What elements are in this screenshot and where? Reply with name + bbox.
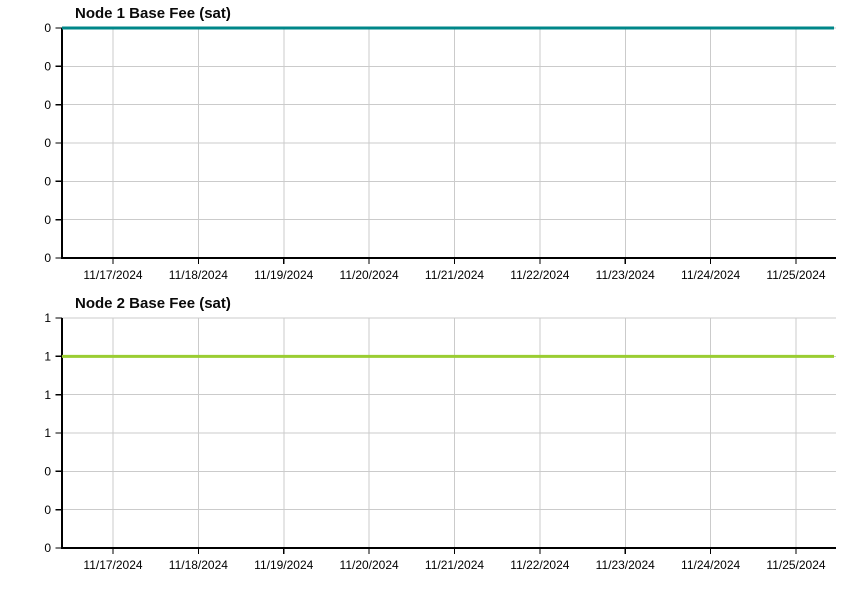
y-tick-label: 0	[44, 251, 51, 265]
y-tick-label: 0	[44, 21, 51, 35]
node2-base-fee-plot: 11/17/2024 11/18/2024 11/19/2024 11/20/2024…	[44, 311, 836, 572]
node1-base-fee-plot: 11/17/2024 11/18/2024 11/19/2024 11/20/2024…	[44, 21, 836, 282]
y-tick-label: 1	[44, 311, 51, 325]
x-tick-label: 11/22/2024	[510, 268, 569, 282]
x-tick-label: 11/18/2024	[169, 558, 228, 572]
y-tick-label: 0	[44, 465, 51, 479]
x-tick-label: 11/19/2024	[254, 558, 313, 572]
x-tick-label: 11/21/2024	[425, 268, 484, 282]
x-tick-label: 11/18/2024	[169, 268, 228, 282]
y-tick-label: 1	[44, 350, 51, 364]
y-tick-label: 0	[44, 541, 51, 555]
x-tick-label: 11/20/2024	[340, 268, 399, 282]
y-tick-label: 0	[44, 503, 51, 517]
y-tick-label: 0	[44, 98, 51, 112]
node2-base-fee-chart: 11/17/2024 11/18/2024 11/19/2024 11/20/2024…	[0, 290, 860, 600]
x-tick-label: 11/23/2024	[596, 558, 655, 572]
y-tick-label: 0	[44, 60, 51, 74]
x-tick-label: 11/22/2024	[510, 558, 569, 572]
x-tick-label: 11/24/2024	[681, 268, 740, 282]
y-tick-label: 1	[44, 388, 51, 402]
x-tick-label: 11/25/2024	[766, 558, 825, 572]
x-tick-label: 11/17/2024	[83, 268, 142, 282]
x-tick-label: 11/24/2024	[681, 558, 740, 572]
x-tick-label: 11/23/2024	[596, 268, 655, 282]
x-tick-label: 11/19/2024	[254, 268, 313, 282]
chart-title-node2: Node 2 Base Fee (sat)	[75, 295, 231, 312]
x-tick-label: 11/21/2024	[425, 558, 484, 572]
y-tick-label: 0	[44, 136, 51, 150]
y-tick-label: 0	[44, 213, 51, 227]
x-tick-label: 11/17/2024	[83, 558, 142, 572]
node1-base-fee-chart: 11/17/2024 11/18/2024 11/19/2024 11/20/2024…	[0, 0, 860, 290]
y-tick-label: 0	[44, 175, 51, 189]
y-tick-label: 1	[44, 426, 51, 440]
x-tick-label: 11/20/2024	[340, 558, 399, 572]
chart-title-node1: Node 1 Base Fee (sat)	[75, 5, 231, 22]
x-tick-label: 11/25/2024	[766, 268, 825, 282]
charts-page: 11/17/2024 11/18/2024 11/19/2024 11/20/2024…	[0, 0, 860, 600]
